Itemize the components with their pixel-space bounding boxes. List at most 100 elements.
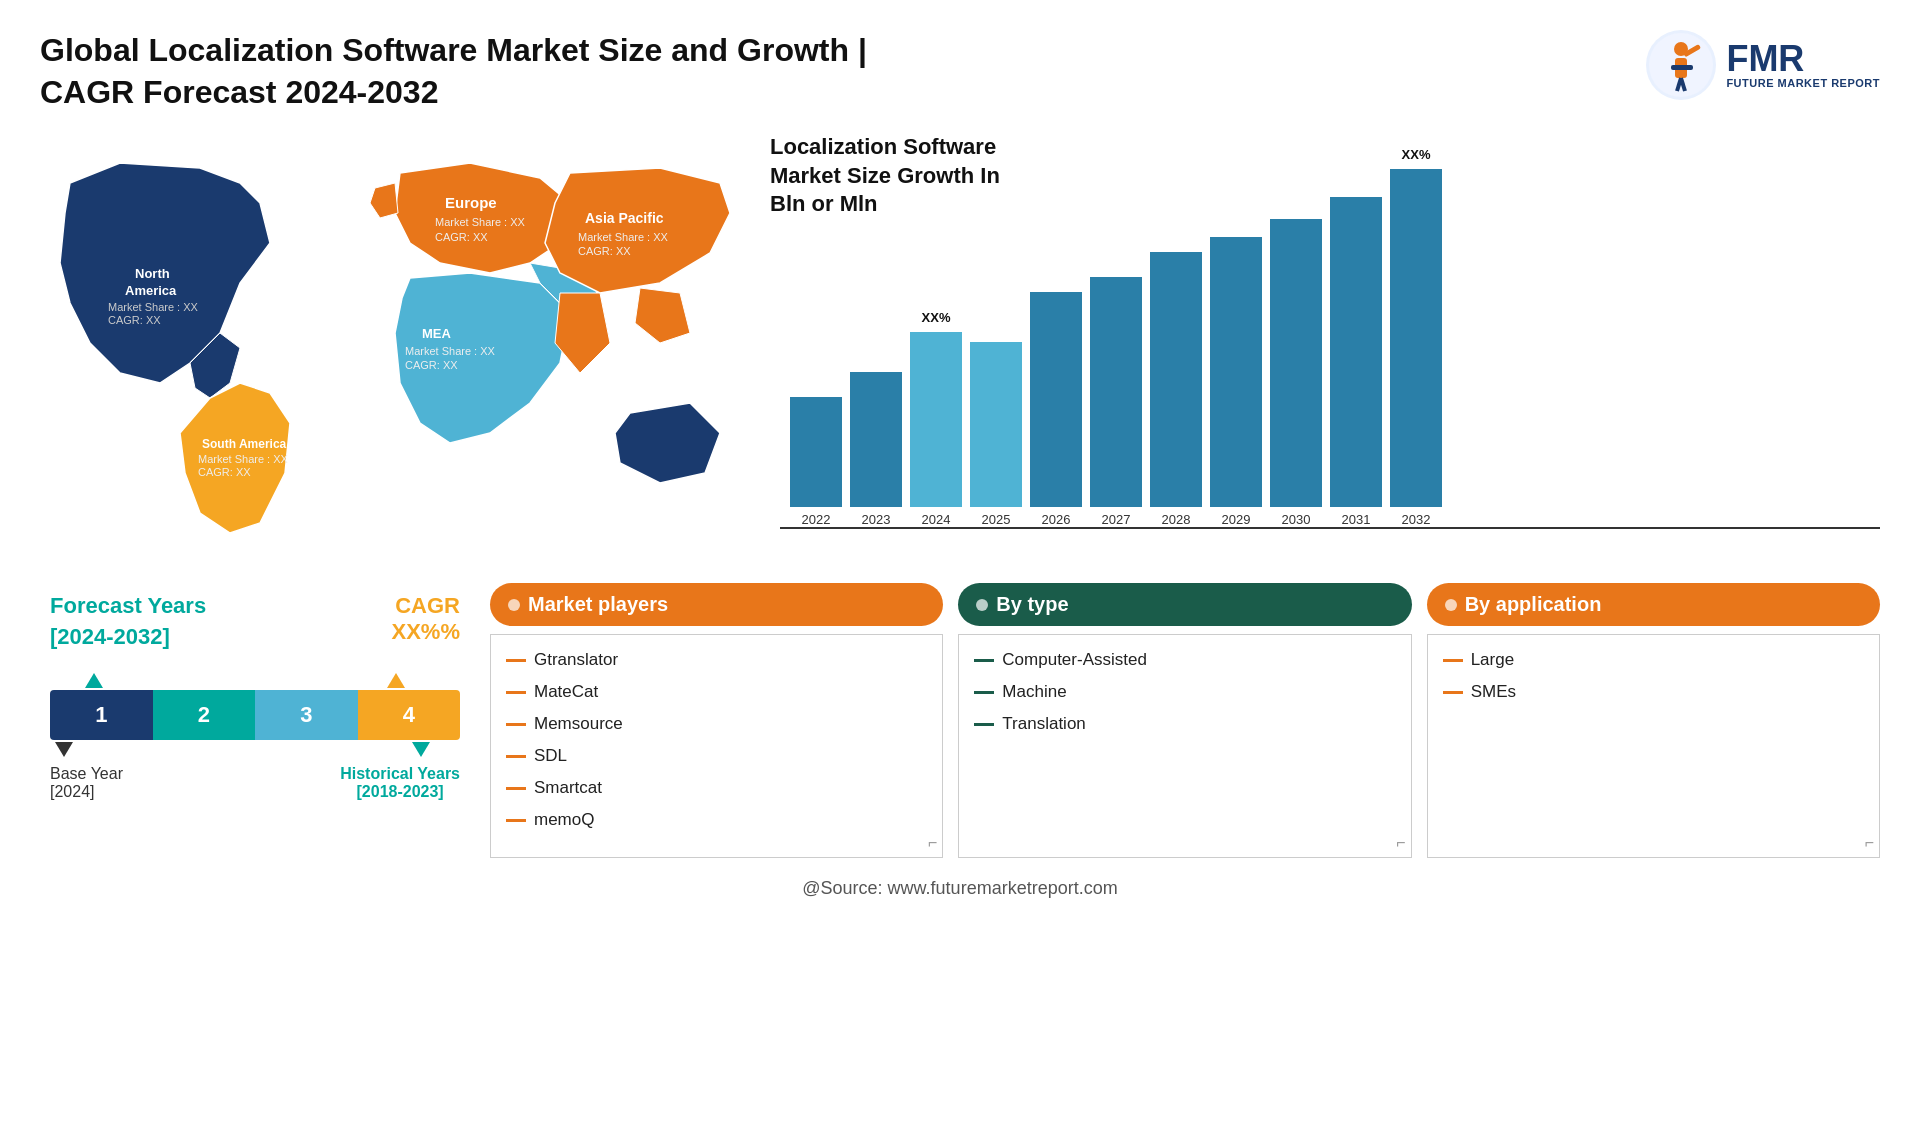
bar-2023: 2023 (850, 372, 902, 527)
logo-text: FMR FUTURE MARKET REPORT (1726, 41, 1880, 89)
by-application-content: Large SMEs ⌐ (1427, 634, 1880, 858)
bar-2030: 2030 (1270, 219, 1322, 527)
svg-text:Europe: Europe (445, 194, 497, 211)
by-type-title: By type (996, 593, 1068, 616)
list-item: memoQ (506, 810, 927, 830)
dash-icon (974, 723, 994, 726)
header: Global Localization Software Market Size… (40, 30, 1880, 113)
bar-2031: 2031 (1330, 197, 1382, 527)
corner-bracket: ⌐ (1865, 834, 1874, 852)
bar-2024: XX% 2024 (910, 332, 962, 527)
chart-area: Localization Software Market Size Growth… (770, 133, 1880, 553)
page: Global Localization Software Market Size… (0, 0, 1920, 1146)
list-item: Computer-Assisted (974, 650, 1395, 670)
list-item: Large (1443, 650, 1864, 670)
cagr-label: CAGR (392, 593, 460, 619)
source-text: @Source: www.futuremarketreport.com (802, 878, 1117, 898)
corner-bracket: ⌐ (928, 834, 937, 852)
dash-icon (506, 755, 526, 758)
svg-text:CAGR: XX: CAGR: XX (435, 231, 488, 243)
stats-box: Forecast Years [2024-2032] CAGR XX%% (40, 583, 470, 858)
by-application-header: By application (1427, 583, 1880, 626)
corner-bracket: ⌐ (1396, 834, 1405, 852)
segment-2: 2 (153, 690, 256, 740)
by-type-panel: By type Computer-Assisted Machine Transl… (958, 583, 1411, 858)
bar-2029: 2029 (1210, 237, 1262, 527)
map-area: North America Market Share : XX CAGR: XX… (40, 133, 740, 553)
svg-text:Market Share : XX: Market Share : XX (198, 453, 289, 465)
list-item: Gtranslator (506, 650, 927, 670)
bar-2032: XX% 2032 (1390, 169, 1442, 527)
by-type-dot (976, 599, 988, 611)
bar-chart: 2022 2023 XX% 2024 2025 (780, 239, 1880, 529)
bar-2028: 2028 (1150, 252, 1202, 527)
top-section: North America Market Share : XX CAGR: XX… (40, 133, 1880, 553)
timeline-bar: 1 2 3 4 (50, 690, 460, 740)
market-players-dot (508, 599, 520, 611)
logo-fmr-text: FMR (1726, 41, 1804, 77)
segment-4: 4 (358, 690, 461, 740)
market-players-content: Gtranslator MateCat Memsource SDL (490, 634, 943, 858)
chart-title: Localization Software Market Size Growth… (770, 133, 1880, 219)
base-year-value: [2024] (50, 783, 123, 801)
bar-2025: 2025 (970, 342, 1022, 527)
svg-text:CAGR: XX: CAGR: XX (108, 314, 161, 326)
market-players-panel: Market players Gtranslator MateCat Memso… (490, 583, 943, 858)
svg-text:MEA: MEA (422, 326, 452, 341)
list-item: SMEs (1443, 682, 1864, 702)
source-footer: @Source: www.futuremarketreport.com (40, 878, 1880, 899)
page-title: Global Localization Software Market Size… (40, 30, 940, 113)
svg-text:South America: South America (202, 437, 287, 451)
list-item: Machine (974, 682, 1395, 702)
by-type-header: By type (958, 583, 1411, 626)
svg-text:America: America (125, 283, 177, 298)
svg-text:Market Share : XX: Market Share : XX (578, 231, 669, 243)
svg-text:Market Share : XX: Market Share : XX (108, 301, 199, 313)
svg-text:Market Share : XX: Market Share : XX (435, 216, 526, 228)
dash-icon (1443, 691, 1463, 694)
historical-label: Historical Years (340, 765, 460, 783)
logo-subtitle: FUTURE MARKET REPORT (1726, 77, 1880, 89)
logo-area: FMR FUTURE MARKET REPORT (1646, 30, 1880, 100)
forecast-row: Forecast Years [2024-2032] CAGR XX%% (50, 593, 460, 665)
category-panels: Market players Gtranslator MateCat Memso… (490, 583, 1880, 858)
by-type-content: Computer-Assisted Machine Translation ⌐ (958, 634, 1411, 858)
list-item: Translation (974, 714, 1395, 734)
dash-icon (506, 787, 526, 790)
dash-icon (974, 691, 994, 694)
bar-2022: 2022 (790, 397, 842, 527)
xx2-label: XX% (1402, 147, 1431, 162)
svg-text:Asia Pacific: Asia Pacific (585, 210, 664, 226)
base-year-label: Base Year (50, 765, 123, 783)
cagr-value: XX%% (392, 619, 460, 645)
forecast-years: [2024-2032] (50, 624, 206, 650)
logo-icon (1646, 30, 1716, 100)
dash-icon (974, 659, 994, 662)
forecast-label: Forecast Years (50, 593, 206, 619)
svg-rect-3 (1671, 65, 1693, 70)
xx-label: XX% (922, 310, 951, 325)
dash-icon (1443, 659, 1463, 662)
bar-2026: 2026 (1030, 292, 1082, 527)
list-item: SDL (506, 746, 927, 766)
list-item: Memsource (506, 714, 927, 734)
dash-icon (506, 691, 526, 694)
segment-1: 1 (50, 690, 153, 740)
by-application-dot (1445, 599, 1457, 611)
list-item: Smartcat (506, 778, 927, 798)
svg-text:CAGR: XX: CAGR: XX (405, 359, 458, 371)
dash-icon (506, 819, 526, 822)
bar-2027: 2027 (1090, 277, 1142, 527)
segment-3: 3 (255, 690, 358, 740)
by-application-panel: By application Large SMEs ⌐ (1427, 583, 1880, 858)
historical-years: [2018-2023] (340, 783, 460, 801)
market-players-header: Market players (490, 583, 943, 626)
by-application-title: By application (1465, 593, 1602, 616)
bottom-section: Forecast Years [2024-2032] CAGR XX%% (40, 583, 1880, 858)
market-players-title: Market players (528, 593, 668, 616)
dash-icon (506, 659, 526, 662)
svg-text:North: North (135, 266, 170, 281)
svg-text:CAGR: XX: CAGR: XX (198, 466, 251, 478)
dash-icon (506, 723, 526, 726)
svg-text:CAGR: XX: CAGR: XX (578, 245, 631, 257)
